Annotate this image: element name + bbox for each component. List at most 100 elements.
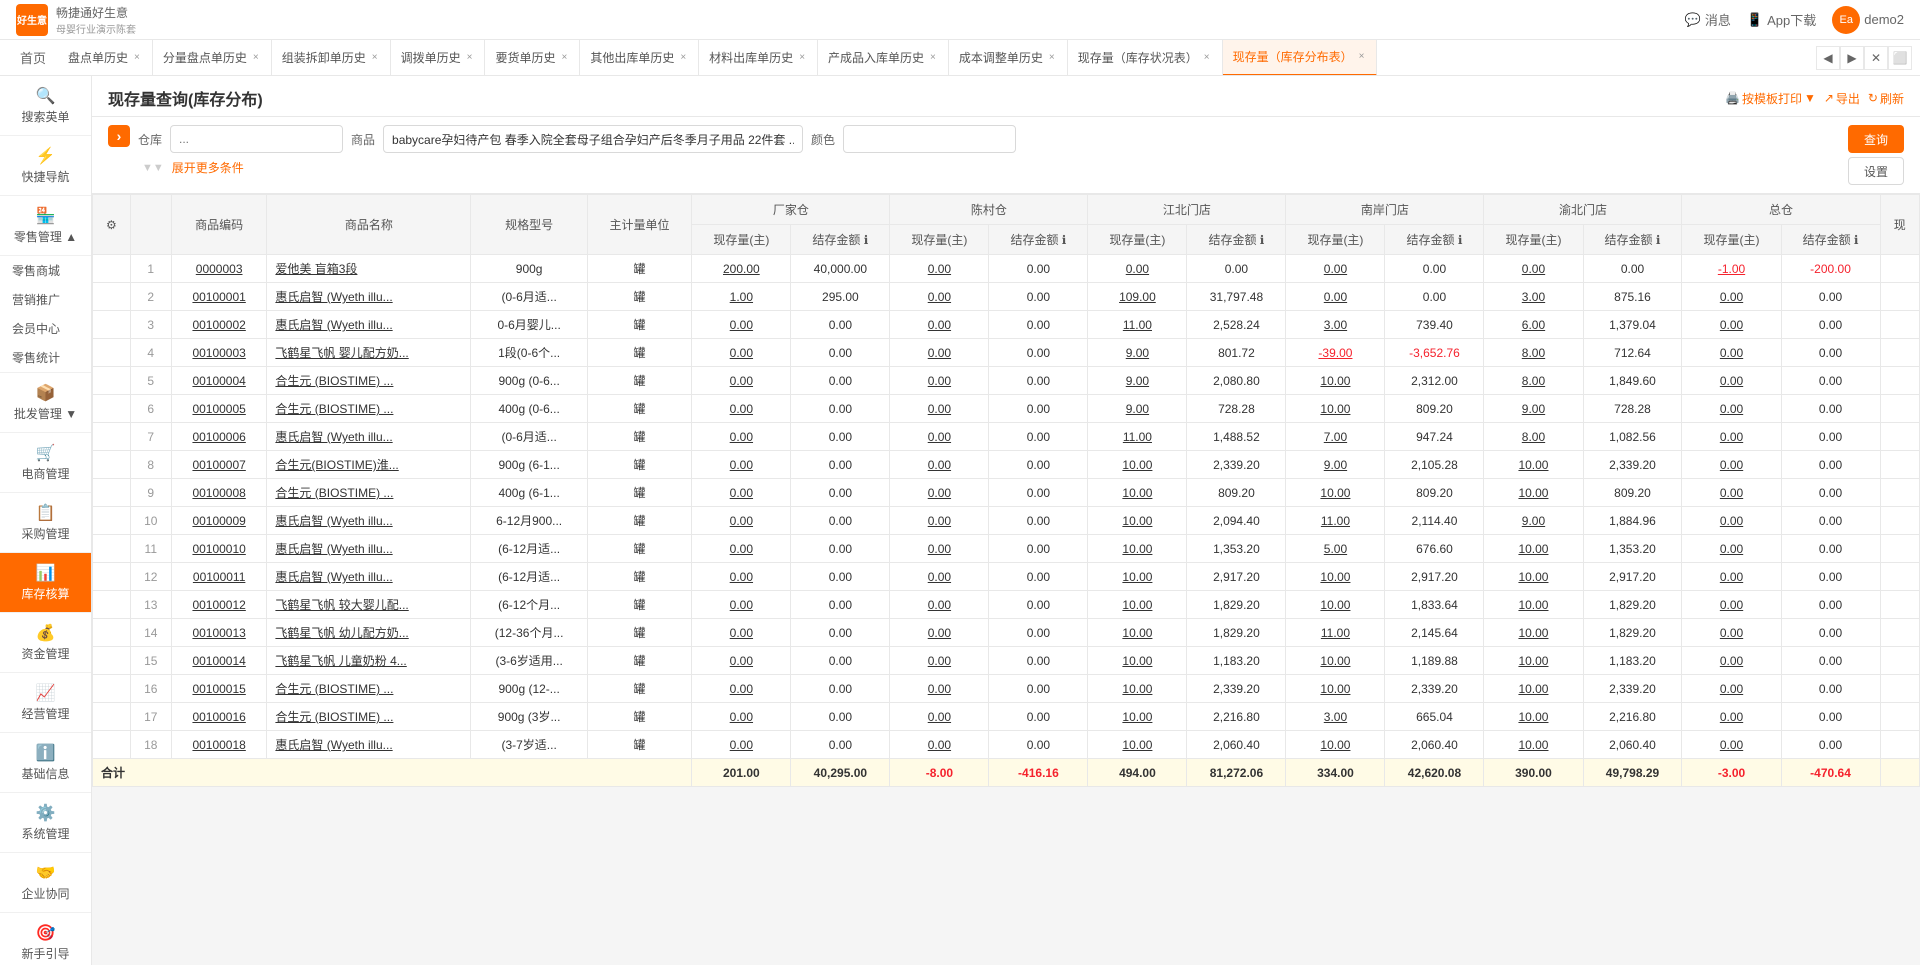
refresh-btn[interactable]: ↻ 刷新: [1868, 90, 1904, 107]
row-code[interactable]: 00100002: [171, 311, 267, 339]
row-code[interactable]: 00100006: [171, 423, 267, 451]
row-yuBei-qty[interactable]: 10.00: [1484, 479, 1583, 507]
sidebar-item-basic[interactable]: ℹ️ 基础信息: [0, 733, 91, 793]
row-changjiaCun-qty[interactable]: 0.00: [692, 563, 791, 591]
message-btn[interactable]: 💬 消息: [1685, 10, 1731, 29]
tab-prev-btn[interactable]: ◀: [1816, 46, 1840, 70]
tab-fenliang[interactable]: 分量盘点单历史 ×: [153, 40, 272, 76]
tab-expand-btn[interactable]: ⬜: [1888, 46, 1912, 70]
row-code[interactable]: 00100007: [171, 451, 267, 479]
row-chenCun-qty[interactable]: 0.00: [890, 563, 989, 591]
export-btn[interactable]: ↗ 导出: [1824, 90, 1860, 107]
row-jiangBei-qty[interactable]: 10.00: [1088, 479, 1187, 507]
row-zongCang-qty[interactable]: 0.00: [1682, 563, 1781, 591]
row-jiangBei-qty[interactable]: 11.00: [1088, 423, 1187, 451]
row-nanAn-qty[interactable]: 3.00: [1286, 311, 1385, 339]
row-code[interactable]: 00100005: [171, 395, 267, 423]
row-name[interactable]: 惠氏启智 (Wyeth illu...: [267, 507, 471, 535]
row-yuBei-qty[interactable]: 10.00: [1484, 731, 1583, 759]
row-code[interactable]: 00100014: [171, 647, 267, 675]
row-changjiaCun-qty[interactable]: 1.00: [692, 283, 791, 311]
sidebar-item-wholesale[interactable]: 📦 批发管理 ▼: [0, 373, 91, 433]
tab-close-qitachuku[interactable]: ×: [678, 51, 688, 64]
tab-close-status[interactable]: ×: [1202, 51, 1212, 64]
row-changjiaCun-qty[interactable]: 0.00: [692, 591, 791, 619]
row-name[interactable]: 飞鹤星飞帆 儿童奶粉 4...: [267, 647, 471, 675]
row-name[interactable]: 合生元 (BIOSTIME) ...: [267, 367, 471, 395]
goods-input[interactable]: [383, 125, 803, 153]
sidebar-item-system[interactable]: ⚙️ 系统管理: [0, 793, 91, 853]
sidebar-item-collab[interactable]: 🤝 企业协同: [0, 853, 91, 913]
row-chenCun-qty[interactable]: 0.00: [890, 367, 989, 395]
sidebar-item-purchase[interactable]: 📋 采购管理: [0, 493, 91, 553]
tab-close-yaohuo[interactable]: ×: [559, 51, 569, 64]
row-zongCang-qty[interactable]: 0.00: [1682, 423, 1781, 451]
row-name[interactable]: 惠氏启智 (Wyeth illu...: [267, 535, 471, 563]
row-zongCang-qty[interactable]: 0.00: [1682, 535, 1781, 563]
row-yuBei-qty[interactable]: 10.00: [1484, 647, 1583, 675]
row-zongCang-qty[interactable]: 0.00: [1682, 479, 1781, 507]
row-name[interactable]: 飞鹤星飞帆 较大婴儿配...: [267, 591, 471, 619]
row-code[interactable]: 00100009: [171, 507, 267, 535]
row-yuBei-qty[interactable]: 10.00: [1484, 451, 1583, 479]
row-zongCang-qty[interactable]: 0.00: [1682, 619, 1781, 647]
row-yuBei-qty[interactable]: 10.00: [1484, 675, 1583, 703]
row-code[interactable]: 00100016: [171, 703, 267, 731]
row-changjiaCun-qty[interactable]: 0.00: [692, 311, 791, 339]
tab-diaobo[interactable]: 调拨单历史 ×: [391, 40, 486, 76]
row-yuBei-qty[interactable]: 10.00: [1484, 563, 1583, 591]
row-nanAn-qty[interactable]: 10.00: [1286, 731, 1385, 759]
color-input[interactable]: [843, 125, 1016, 153]
row-zongCang-qty[interactable]: 0.00: [1682, 591, 1781, 619]
row-chenCun-qty[interactable]: 0.00: [890, 619, 989, 647]
row-nanAn-qty[interactable]: 10.00: [1286, 591, 1385, 619]
row-code[interactable]: 00100004: [171, 367, 267, 395]
user-avatar-area[interactable]: Ea demo2: [1832, 6, 1904, 34]
row-yuBei-qty[interactable]: 0.00: [1484, 255, 1583, 283]
filter-toggle-btn[interactable]: ›: [108, 125, 130, 147]
row-chenCun-qty[interactable]: 0.00: [890, 731, 989, 759]
row-name[interactable]: 飞鹤星飞帆 幼儿配方奶...: [267, 619, 471, 647]
row-chenCun-qty[interactable]: 0.00: [890, 395, 989, 423]
row-chenCun-qty[interactable]: 0.00: [890, 703, 989, 731]
row-nanAn-qty[interactable]: 9.00: [1286, 451, 1385, 479]
expand-conditions-btn[interactable]: 展开更多条件: [172, 159, 244, 176]
row-name[interactable]: 惠氏启智 (Wyeth illu...: [267, 563, 471, 591]
tab-xiancunliang-status[interactable]: 现存量（库存状况表） ×: [1068, 40, 1223, 76]
tab-close-chengben[interactable]: ×: [1047, 51, 1057, 64]
row-chenCun-qty[interactable]: 0.00: [890, 479, 989, 507]
row-zongCang-qty[interactable]: 0.00: [1682, 703, 1781, 731]
row-zongCang-qty[interactable]: 0.00: [1682, 507, 1781, 535]
row-nanAn-qty[interactable]: 0.00: [1286, 283, 1385, 311]
row-nanAn-qty[interactable]: 0.00: [1286, 255, 1385, 283]
row-yuBei-qty[interactable]: 9.00: [1484, 395, 1583, 423]
row-changjiaCun-qty[interactable]: 0.00: [692, 479, 791, 507]
row-name[interactable]: 合生元 (BIOSTIME) ...: [267, 479, 471, 507]
row-zongCang-qty[interactable]: 0.00: [1682, 675, 1781, 703]
query-btn[interactable]: 查询: [1848, 125, 1904, 153]
row-zongCang-qty[interactable]: 0.00: [1682, 731, 1781, 759]
row-zongCang-qty[interactable]: 0.00: [1682, 283, 1781, 311]
row-jiangBei-qty[interactable]: 11.00: [1088, 311, 1187, 339]
row-yuBei-qty[interactable]: 10.00: [1484, 591, 1583, 619]
row-code[interactable]: 00100010: [171, 535, 267, 563]
row-zongCang-qty[interactable]: 0.00: [1682, 451, 1781, 479]
row-chenCun-qty[interactable]: 0.00: [890, 423, 989, 451]
sidebar-item-member[interactable]: 会员中心: [0, 314, 91, 343]
row-yuBei-qty[interactable]: 8.00: [1484, 423, 1583, 451]
tab-home[interactable]: 首页: [8, 40, 58, 76]
sidebar-item-search[interactable]: 🔍 搜索英单: [0, 76, 91, 136]
sidebar-item-marketing[interactable]: 营销推广: [0, 285, 91, 314]
row-nanAn-qty[interactable]: 10.00: [1286, 563, 1385, 591]
sidebar-item-retail[interactable]: 🏪 零售管理 ▲: [0, 196, 91, 256]
th-settings[interactable]: ⚙: [93, 195, 131, 255]
tab-chengben[interactable]: 成本调整单历史 ×: [949, 40, 1068, 76]
row-zongCang-qty[interactable]: 0.00: [1682, 367, 1781, 395]
app-download-btn[interactable]: 📱 App下载: [1747, 10, 1816, 29]
row-jiangBei-qty[interactable]: 10.00: [1088, 619, 1187, 647]
tab-close-fenliang[interactable]: ×: [251, 51, 261, 64]
row-nanAn-qty[interactable]: 7.00: [1286, 423, 1385, 451]
row-yuBei-qty[interactable]: 8.00: [1484, 367, 1583, 395]
row-zongCang-qty[interactable]: 0.00: [1682, 395, 1781, 423]
row-jiangBei-qty[interactable]: 9.00: [1088, 395, 1187, 423]
